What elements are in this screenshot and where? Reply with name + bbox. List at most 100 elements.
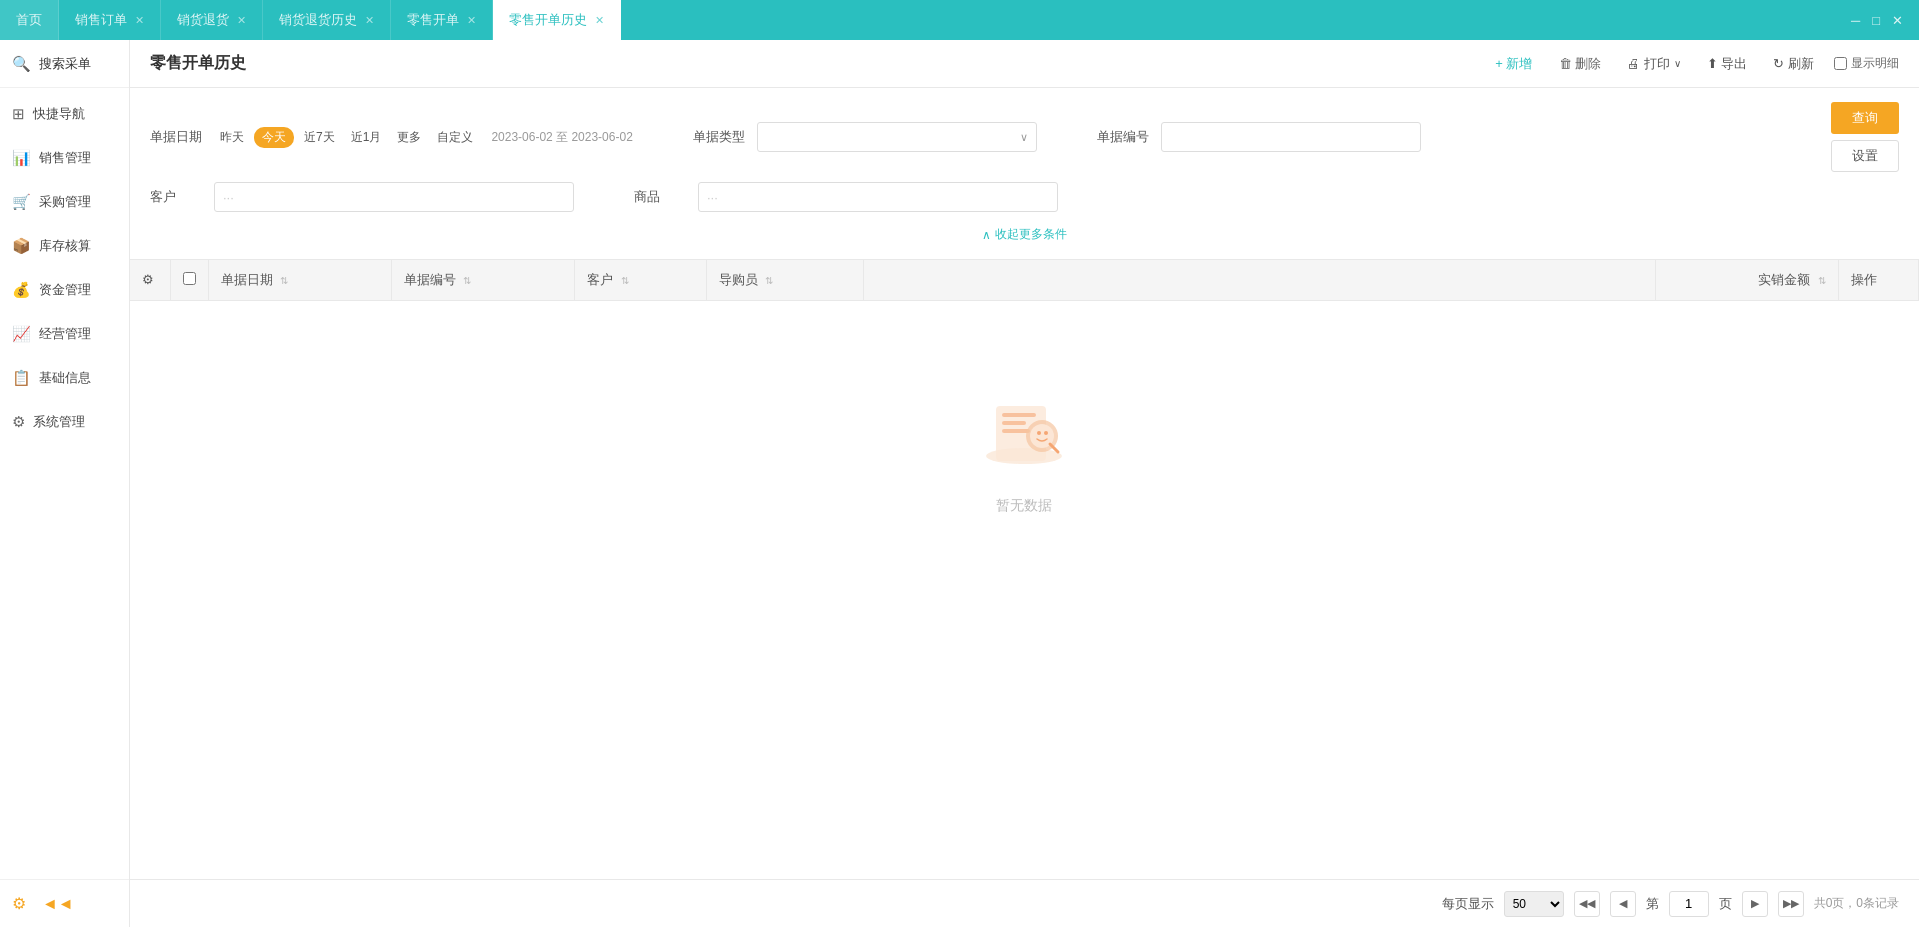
next-page-btn[interactable]: ▶ — [1742, 891, 1768, 917]
th-customer: 客户 ⇅ — [575, 260, 707, 300]
bill-no-input[interactable] — [1161, 122, 1421, 152]
tab-sales-return-close[interactable]: ✕ — [237, 14, 246, 27]
goods-dots: ··· — [707, 190, 718, 205]
sidebar-item-quick-nav-label: 快捷导航 — [33, 105, 85, 123]
tab-sales-order-close[interactable]: ✕ — [135, 14, 144, 27]
tab-sales-order[interactable]: 销售订单 ✕ — [59, 0, 161, 40]
th-actions-label: 操作 — [1851, 272, 1877, 287]
bill-no-label: 单据编号 — [1097, 128, 1153, 146]
settings-button[interactable]: 设置 — [1831, 140, 1899, 172]
th-salesperson-sort-icon[interactable]: ⇅ — [765, 275, 773, 286]
sidebar-item-finance[interactable]: 💰 资金管理 — [0, 268, 129, 312]
date-filter-field: 单据日期 昨天 今天 近7天 近1月 更多 自定义 2023-06-02 至 2… — [150, 127, 633, 148]
sidebar-item-purchase[interactable]: 🛒 采购管理 — [0, 180, 129, 224]
th-settings[interactable]: ⚙ — [130, 260, 170, 300]
window-close-btn[interactable]: ✕ — [1892, 13, 1903, 28]
main-layout: 🔍 搜索采单 ⊞ 快捷导航 📊 销售管理 🛒 采购管理 📦 库存核算 💰 — [0, 40, 1919, 927]
tab-retail-open[interactable]: 零售开单 ✕ — [391, 0, 493, 40]
window-maximize-btn[interactable]: □ — [1872, 13, 1880, 28]
sidebar-item-sales[interactable]: 📊 销售管理 — [0, 136, 129, 180]
tab-sales-return-history-close[interactable]: ✕ — [365, 14, 374, 27]
th-amount-sort-icon[interactable]: ⇅ — [1818, 275, 1826, 286]
sidebar-settings-icon[interactable]: ⚙ — [12, 894, 26, 913]
th-date-sort-icon[interactable]: ⇅ — [280, 275, 288, 286]
export-button[interactable]: ⬆ 导出 — [1701, 51, 1754, 77]
th-amount-label: 实销金额 — [1758, 272, 1810, 287]
last-page-btn[interactable]: ▶▶ — [1778, 891, 1804, 917]
th-empty — [864, 260, 1655, 300]
sidebar-item-system[interactable]: ⚙ 系统管理 — [0, 400, 129, 444]
bill-type-label: 单据类型 — [693, 128, 749, 146]
per-page-select[interactable]: 50 20 100 — [1504, 891, 1564, 917]
tab-sales-return-history[interactable]: 销货退货历史 ✕ — [263, 0, 391, 40]
basic-icon: 📋 — [12, 369, 31, 387]
collapse-filter-btn[interactable]: ∧ 收起更多条件 — [150, 222, 1899, 251]
page-label: 页 — [1719, 895, 1732, 913]
sidebar-item-basic-label: 基础信息 — [39, 369, 91, 387]
tab-retail-open-history[interactable]: 零售开单历史 ✕ — [493, 0, 621, 40]
sidebar-item-operations[interactable]: 📈 经营管理 — [0, 312, 129, 356]
tab-retail-open-history-close[interactable]: ✕ — [595, 14, 604, 27]
tab-sales-return-label: 销货退货 — [177, 11, 229, 29]
tab-sales-return[interactable]: 销货退货 ✕ — [161, 0, 263, 40]
prev-page-btn[interactable]: ◀ — [1610, 891, 1636, 917]
current-page-input[interactable] — [1669, 891, 1709, 917]
svg-rect-3 — [1002, 421, 1026, 425]
th-salesperson: 导购员 ⇅ — [706, 260, 864, 300]
tab-retail-open-history-label: 零售开单历史 — [509, 11, 587, 29]
print-button[interactable]: 🖨 打印 ∨ — [1621, 51, 1687, 77]
query-button[interactable]: 查询 — [1831, 102, 1899, 134]
date-shortcut-custom[interactable]: 自定义 — [431, 127, 479, 148]
column-settings-icon[interactable]: ⚙ — [142, 272, 154, 287]
date-shortcut-1month[interactable]: 近1月 — [345, 127, 388, 148]
empty-state-text: 暂无数据 — [996, 497, 1052, 515]
th-no: 单据编号 ⇅ — [391, 260, 574, 300]
bill-type-select[interactable]: ∨ — [757, 122, 1037, 152]
th-no-sort-icon[interactable]: ⇅ — [463, 275, 471, 286]
svg-point-8 — [1037, 431, 1041, 435]
th-amount: 实销金额 ⇅ — [1655, 260, 1838, 300]
sidebar-collapse-icon[interactable]: ◄◄ — [42, 895, 74, 913]
window-minimize-btn[interactable]: ─ — [1851, 13, 1860, 28]
customer-label: 客户 — [150, 188, 206, 206]
bill-type-caret-icon: ∨ — [1020, 131, 1028, 144]
th-customer-sort-icon[interactable]: ⇅ — [621, 275, 629, 286]
first-page-btn[interactable]: ◀◀ — [1574, 891, 1600, 917]
purchase-icon: 🛒 — [12, 193, 31, 211]
sidebar-item-basic[interactable]: 📋 基础信息 — [0, 356, 129, 400]
bill-no-filter-field: 单据编号 — [1097, 122, 1421, 152]
delete-button[interactable]: 🗑 删除 — [1553, 51, 1608, 77]
sidebar-item-quick-nav[interactable]: ⊞ 快捷导航 — [0, 92, 129, 136]
customer-input[interactable]: ··· — [214, 182, 574, 212]
table-header-row: ⚙ 单据日期 ⇅ 单据编号 ⇅ — [130, 260, 1919, 300]
th-no-label: 单据编号 — [404, 272, 456, 287]
show-detail-checkbox[interactable] — [1834, 57, 1847, 70]
operations-icon: 📈 — [12, 325, 31, 343]
goods-input[interactable]: ··· — [698, 182, 1058, 212]
date-shortcut-yesterday[interactable]: 昨天 — [214, 127, 250, 148]
add-button[interactable]: + 新增 — [1489, 51, 1538, 77]
th-date: 单据日期 ⇅ — [208, 260, 391, 300]
delete-button-label: 🗑 删除 — [1559, 55, 1602, 73]
table-container: ⚙ 单据日期 ⇅ 单据编号 ⇅ — [130, 260, 1919, 879]
sidebar-item-inventory[interactable]: 📦 库存核算 — [0, 224, 129, 268]
date-shortcuts: 昨天 今天 近7天 近1月 更多 自定义 — [214, 127, 479, 148]
top-tab-bar: 首页 销售订单 ✕ 销货退货 ✕ 销货退货历史 ✕ 零售开单 ✕ 零售开单历史 … — [0, 0, 1919, 40]
empty-state: 暂无数据 — [130, 301, 1919, 575]
pagination-bar: 每页显示 50 20 100 ◀◀ ◀ 第 页 ▶ ▶▶ 共0页，0条记录 — [130, 879, 1919, 927]
date-shortcut-today[interactable]: 今天 — [254, 127, 294, 148]
th-customer-label: 客户 — [587, 272, 613, 287]
per-page-label: 每页显示 — [1442, 895, 1494, 913]
sidebar-search[interactable]: 🔍 搜索采单 — [0, 40, 129, 88]
refresh-button[interactable]: ↻ 刷新 — [1767, 51, 1820, 77]
system-icon: ⚙ — [12, 413, 25, 431]
date-shortcut-7days[interactable]: 近7天 — [298, 127, 341, 148]
date-shortcut-more[interactable]: 更多 — [391, 127, 427, 148]
sidebar-item-operations-label: 经营管理 — [39, 325, 91, 343]
select-all-checkbox[interactable] — [183, 272, 196, 285]
th-checkbox[interactable] — [170, 260, 208, 300]
tab-home[interactable]: 首页 — [0, 0, 59, 40]
refresh-button-label: ↻ 刷新 — [1773, 55, 1814, 73]
tab-retail-open-close[interactable]: ✕ — [467, 14, 476, 27]
show-detail-toggle[interactable]: 显示明细 — [1834, 55, 1899, 72]
